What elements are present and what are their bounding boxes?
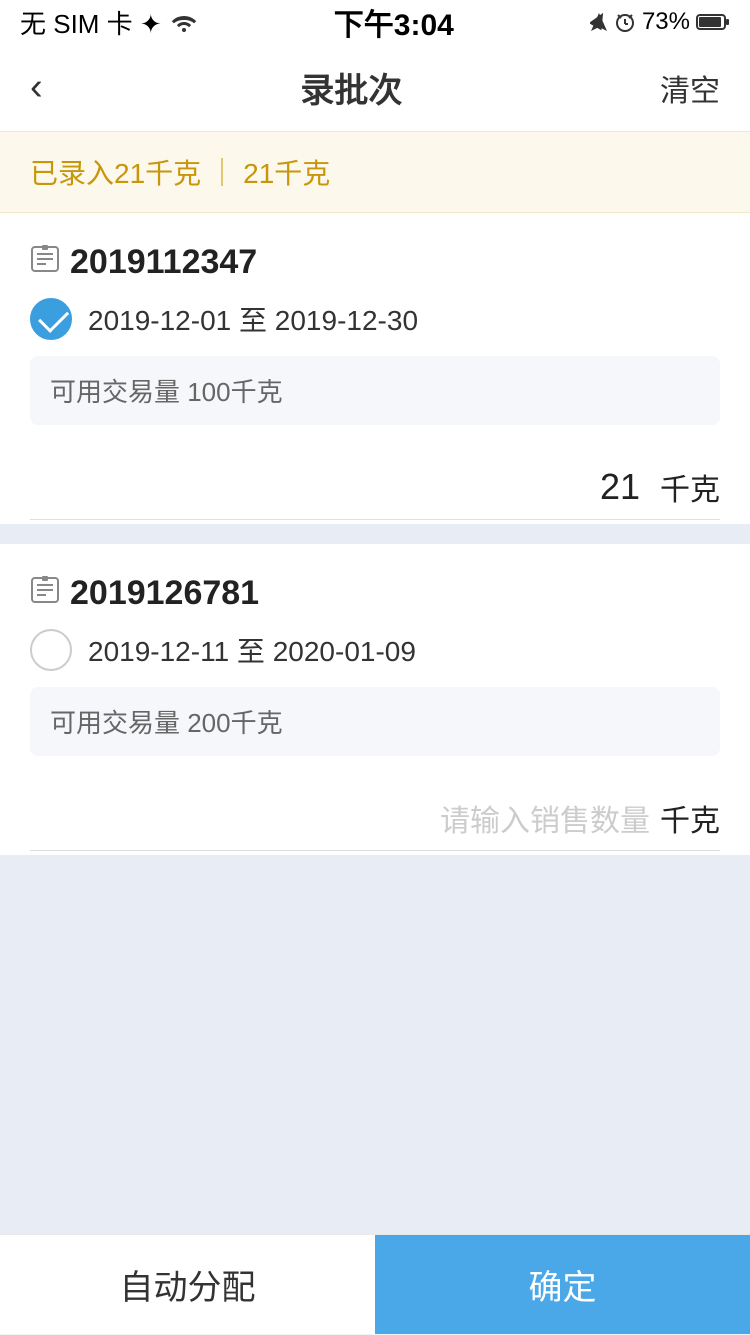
batch1-unit: 千克 bbox=[660, 465, 720, 509]
bottom-bar: 自动分配 确定 bbox=[0, 1234, 750, 1334]
alarm-icon bbox=[614, 11, 636, 33]
summary-divider bbox=[221, 158, 223, 186]
batch1-quantity-value[interactable]: 21 bbox=[560, 466, 640, 508]
page-title: 录批次 bbox=[300, 63, 402, 112]
batch1-quantity-wrapper[interactable]: 21 bbox=[30, 466, 640, 508]
status-left: 无 SIM 卡 ✦ bbox=[20, 4, 198, 41]
batch2-id-row: 2019126781 bbox=[30, 574, 720, 613]
batch1-qty-section: 21 千克 bbox=[0, 445, 750, 524]
section-divider-1 bbox=[0, 524, 750, 544]
back-button[interactable]: ‹ bbox=[30, 66, 43, 109]
status-bar: 无 SIM 卡 ✦ 下午3:04 73% bbox=[0, 0, 750, 44]
batch-card-2: 2019126781 2019-12-11 至 2020-01-09 可用交易量… bbox=[0, 544, 750, 855]
batch1-qty-divider bbox=[30, 519, 720, 520]
summary-value: 21千克 bbox=[243, 152, 330, 192]
batch2-underline bbox=[30, 850, 720, 851]
batch2-available: 可用交易量 200千克 bbox=[30, 687, 720, 756]
batch1-id-row: 2019112347 bbox=[30, 243, 720, 282]
wifi-icon bbox=[170, 12, 198, 32]
summary-recorded-label: 已录入21千克 bbox=[30, 152, 201, 192]
batch2-id-text: 2019126781 bbox=[70, 574, 259, 613]
summary-bar: 已录入21千克 21千克 bbox=[0, 132, 750, 213]
batch2-radio[interactable] bbox=[30, 629, 72, 671]
batch1-available: 可用交易量 100千克 bbox=[30, 356, 720, 425]
batch1-radio[interactable] bbox=[30, 298, 72, 340]
empty-area bbox=[0, 855, 750, 1235]
batch2-placeholder-row: 请输入销售数量 千克 bbox=[0, 776, 750, 850]
batch1-quantity-row: 21 千克 bbox=[0, 445, 750, 519]
location-icon bbox=[590, 12, 608, 32]
clear-button[interactable]: 清空 bbox=[660, 66, 720, 110]
nav-bar: ‹ 录批次 清空 bbox=[0, 44, 750, 132]
batch2-date-text: 2019-12-11 至 2020-01-09 bbox=[88, 630, 416, 670]
batch1-date-text: 2019-12-01 至 2019-12-30 bbox=[88, 299, 418, 339]
battery-label: 73% bbox=[642, 8, 690, 36]
batch1-date-row[interactable]: 2019-12-01 至 2019-12-30 bbox=[30, 298, 720, 340]
batch2-unit: 千克 bbox=[660, 796, 720, 840]
batch-card-1: 2019112347 2019-12-01 至 2019-12-30 可用交易量… bbox=[0, 213, 750, 524]
main-content: 2019112347 2019-12-01 至 2019-12-30 可用交易量… bbox=[0, 213, 750, 1335]
batch2-id-icon bbox=[30, 576, 60, 612]
batch2-placeholder-text[interactable]: 请输入销售数量 bbox=[30, 796, 650, 840]
battery-icon bbox=[696, 13, 730, 31]
status-right: 73% bbox=[590, 8, 730, 36]
confirm-button[interactable]: 确定 bbox=[375, 1235, 750, 1334]
status-time: 下午3:04 bbox=[334, 0, 454, 44]
batch1-id-icon bbox=[30, 245, 60, 281]
sim-label: 无 SIM 卡 ✦ bbox=[20, 4, 162, 41]
batch2-qty-section: 请输入销售数量 千克 bbox=[0, 776, 750, 855]
batch1-id-text: 2019112347 bbox=[70, 243, 257, 282]
auto-distribute-button[interactable]: 自动分配 bbox=[0, 1235, 375, 1334]
batch2-date-row[interactable]: 2019-12-11 至 2020-01-09 bbox=[30, 629, 720, 671]
